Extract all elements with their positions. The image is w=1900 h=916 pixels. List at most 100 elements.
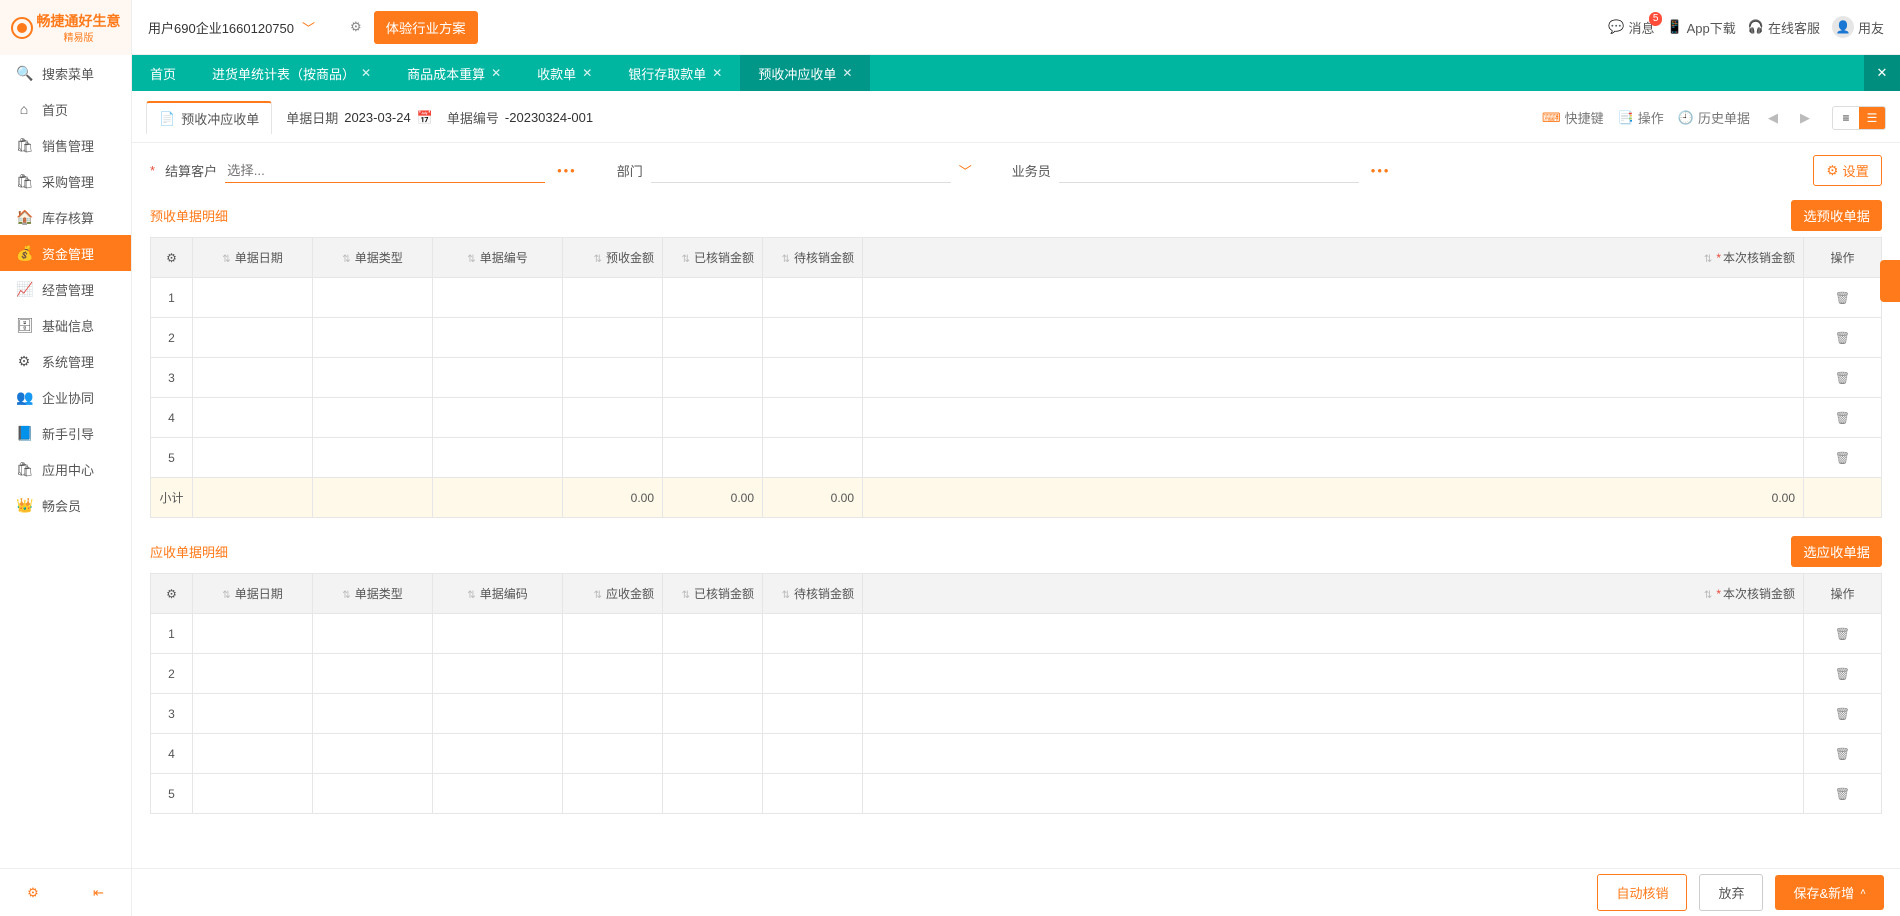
settings-icon[interactable]: ⚙ xyxy=(27,885,39,901)
trial-plan-button[interactable]: 体验行业方案 xyxy=(374,11,478,44)
calendar-icon[interactable]: 📅 xyxy=(417,110,433,126)
view-list-button[interactable]: ≡ xyxy=(1833,107,1859,129)
sidebar-item-12[interactable]: 👑畅会员 xyxy=(0,487,131,523)
customer-input[interactable] xyxy=(225,159,545,183)
table-config-button[interactable]: ⚙ xyxy=(151,238,193,278)
sidebar-item-6[interactable]: 📈 经营管理 xyxy=(0,271,131,307)
tab-1[interactable]: 进货单统计表（按商品）✕ xyxy=(194,55,389,91)
avatar-icon: 👤 xyxy=(1832,16,1854,38)
save-and-new-button[interactable]: 保存&新增˄ xyxy=(1775,875,1884,910)
sidebar-item-4[interactable]: 🏠库存核算 xyxy=(0,199,131,235)
document-icon: 📄 xyxy=(159,111,175,127)
app-download-link[interactable]: 📱 App下载 xyxy=(1666,18,1735,37)
collapse-icon[interactable]: ⇤ xyxy=(93,885,104,901)
delete-row-icon[interactable]: 🗑 xyxy=(1835,451,1850,465)
table-row[interactable]: 2🗑 xyxy=(151,654,1882,694)
operate-link[interactable]: 📑操作 xyxy=(1618,108,1664,127)
department-input[interactable] xyxy=(651,159,951,183)
sidebar-item-label: 资金管理 xyxy=(42,244,94,263)
table-row[interactable]: 4🗑 xyxy=(151,398,1882,438)
sidebar-item-label: 搜索菜单 xyxy=(42,64,94,83)
brand-name: 畅捷通好生意 xyxy=(37,11,121,31)
tab-close-icon[interactable]: ✕ xyxy=(361,66,371,80)
tenant-select[interactable]: 用户690企业1660120750 ﹀ xyxy=(148,18,338,37)
select-prepay-button[interactable]: 选预收单据 xyxy=(1791,200,1882,231)
sidebar-item-7[interactable]: 🗄基础信息 xyxy=(0,307,131,343)
sidebar-item-icon: 👥 xyxy=(16,389,32,406)
delete-row-icon[interactable]: 🗑 xyxy=(1835,627,1850,641)
view-form-button[interactable]: ☰ xyxy=(1859,107,1885,129)
table-row[interactable]: 5🗑 xyxy=(151,774,1882,814)
sidebar-item-11[interactable]: 🛍应用中心 xyxy=(0,451,131,487)
customer-field: *结算客户 ••• xyxy=(150,159,577,183)
messages-link[interactable]: 💬 消息 5 xyxy=(1608,18,1654,37)
sidebar-item-icon: 💰 xyxy=(16,245,32,262)
tab-close-icon[interactable]: ✕ xyxy=(842,66,852,80)
sidebar-item-icon: 📈 xyxy=(16,281,32,298)
doc-date-field[interactable]: 单据日期 2023-03-24 📅 xyxy=(286,108,433,127)
customer-more-icon[interactable]: ••• xyxy=(557,163,577,178)
sidebar-item-label: 畅会员 xyxy=(42,496,81,515)
shortcut-link[interactable]: ⌨快捷键 xyxy=(1542,108,1604,127)
next-doc-button[interactable]: ▶ xyxy=(1796,110,1814,126)
delete-row-icon[interactable]: 🗑 xyxy=(1835,331,1850,345)
sidebar-item-9[interactable]: 👥 企业协同 xyxy=(0,379,131,415)
tab-close-icon[interactable]: ✕ xyxy=(491,66,501,80)
sidebar-item-label: 经营管理 xyxy=(42,280,94,299)
chevron-up-icon: ˄ xyxy=(1860,887,1866,898)
footer-bar: 自动核销 放弃 保存&新增˄ xyxy=(132,868,1900,916)
tab-2[interactable]: 商品成本重算✕ xyxy=(389,55,519,91)
chevron-down-icon[interactable]: ﹀ xyxy=(959,161,972,180)
table-row[interactable]: 3🗑 xyxy=(151,694,1882,734)
sidebar-item-10[interactable]: 📘新手引导 xyxy=(0,415,131,451)
table-row[interactable]: 1🗑 xyxy=(151,614,1882,654)
sidebar-item-1[interactable]: ⌂首页 xyxy=(0,91,131,127)
history-link[interactable]: 🕘历史单据 xyxy=(1678,108,1750,127)
tab-3[interactable]: 收款单✕ xyxy=(519,55,610,91)
tenant-settings-icon[interactable]: ⚙ xyxy=(350,19,362,35)
sidebar-item-0[interactable]: 🔍 搜索菜单 xyxy=(0,55,131,91)
salesperson-more-icon[interactable]: ••• xyxy=(1371,163,1391,178)
tab-close-icon[interactable]: ✕ xyxy=(712,66,722,80)
delete-row-icon[interactable]: 🗑 xyxy=(1835,707,1850,721)
delete-row-icon[interactable]: 🗑 xyxy=(1835,787,1850,801)
document-tab[interactable]: 📄 预收冲应收单 xyxy=(146,101,272,134)
delete-row-icon[interactable]: 🗑 xyxy=(1835,411,1850,425)
sidebar: 畅捷通好生意 精易版 🔍搜索菜单⌂首页🛍销售管理🛍采购管理🏠库存核算💰资金管理📈… xyxy=(0,0,132,916)
sidebar-item-icon: 🔍 xyxy=(16,65,32,82)
sidebar-item-5[interactable]: 💰 资金管理 xyxy=(0,235,131,271)
tab-close-icon[interactable]: ✕ xyxy=(582,66,592,80)
sidebar-item-3[interactable]: 🛍采购管理 xyxy=(0,163,131,199)
table-config-button[interactable]: ⚙ xyxy=(151,574,193,614)
messages-badge: 5 xyxy=(1649,12,1663,26)
sidebar-item-icon: 🏠 xyxy=(16,209,32,226)
delete-row-icon[interactable]: 🗑 xyxy=(1835,747,1850,761)
tab-5[interactable]: 预收冲应收单✕ xyxy=(740,55,870,91)
table-row[interactable]: 1🗑 xyxy=(151,278,1882,318)
delete-row-icon[interactable]: 🗑 xyxy=(1835,667,1850,681)
sidebar-item-icon: 📘 xyxy=(16,425,32,442)
salesperson-input[interactable] xyxy=(1059,159,1359,183)
tab-4[interactable]: 银行存取款单✕ xyxy=(610,55,740,91)
support-link[interactable]: 🎧 在线客服 xyxy=(1748,18,1820,37)
sidebar-item-8[interactable]: ⚙系统管理 xyxy=(0,343,131,379)
settings-button[interactable]: ⚙设置 xyxy=(1813,155,1882,186)
table-row[interactable]: 3🗑 xyxy=(151,358,1882,398)
prepay-section-title: 预收单据明细 xyxy=(150,206,228,225)
table-row[interactable]: 2🗑 xyxy=(151,318,1882,358)
prev-doc-button[interactable]: ◀ xyxy=(1764,110,1782,126)
sidebar-item-2[interactable]: 🛍销售管理 xyxy=(0,127,131,163)
delete-row-icon[interactable]: 🗑 xyxy=(1835,371,1850,385)
tab-0[interactable]: 首页 xyxy=(132,55,194,91)
table-row[interactable]: 4🗑 xyxy=(151,734,1882,774)
close-all-tabs-button[interactable]: ✕ xyxy=(1864,55,1900,91)
sidebar-item-label: 企业协同 xyxy=(42,388,94,407)
auto-match-button[interactable]: 自动核销 xyxy=(1597,874,1687,911)
user-menu[interactable]: 👤 用友 xyxy=(1832,16,1884,38)
discard-button[interactable]: 放弃 xyxy=(1699,874,1763,911)
select-receivable-button[interactable]: 选应收单据 xyxy=(1791,536,1882,567)
table-row[interactable]: 5🗑 xyxy=(151,438,1882,478)
floating-help-tab[interactable] xyxy=(1880,260,1900,302)
delete-row-icon[interactable]: 🗑 xyxy=(1835,291,1850,305)
sidebar-item-icon: 🛍 xyxy=(16,173,32,190)
